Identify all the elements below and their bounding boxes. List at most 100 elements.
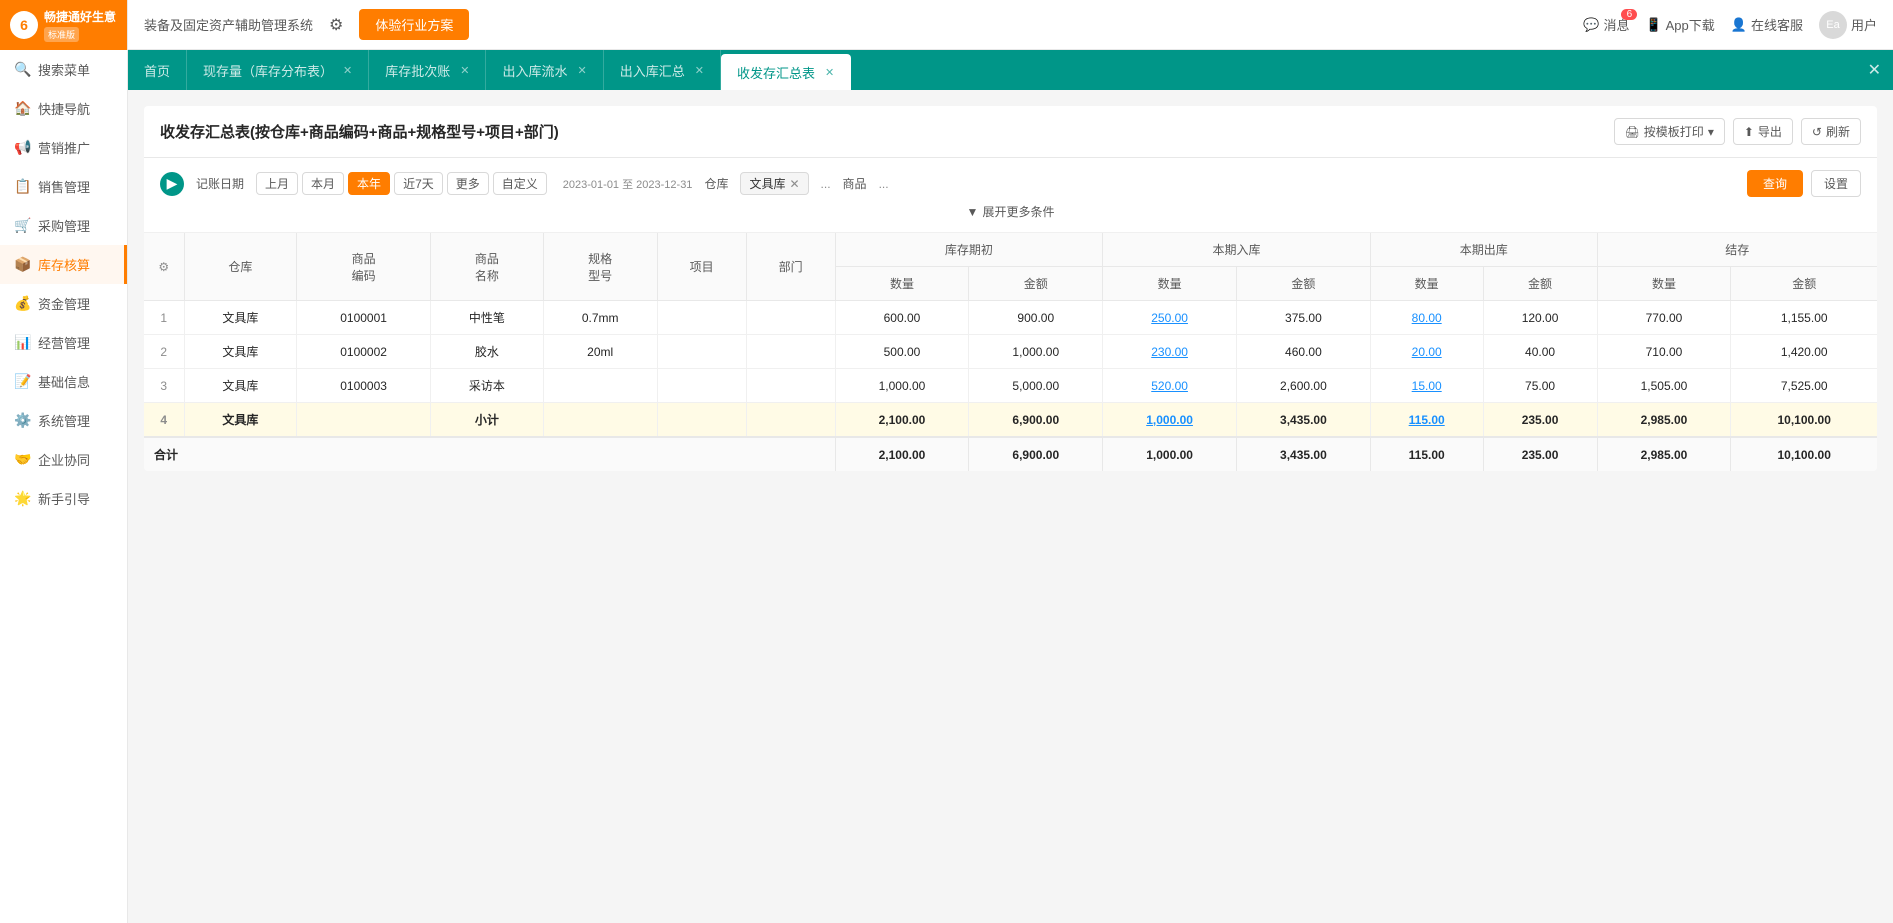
message-action[interactable]: 💬 消息 6 (1583, 15, 1629, 34)
sidebar-item-label-marketing: 营销推广 (38, 138, 90, 157)
cell-opening-qty: 600.00 (835, 301, 969, 335)
print-chevron-icon: ▾ (1708, 125, 1714, 139)
date-btn-custom[interactable]: 自定义 (493, 172, 547, 195)
expand-conditions-btn[interactable]: ▼ 展开更多条件 (160, 197, 1861, 220)
sidebar-item-purchase[interactable]: 🛒采购管理 (0, 206, 127, 245)
th-out-group: 本期出库 (1370, 233, 1597, 267)
date-btn-this-month[interactable]: 本月 (302, 172, 344, 195)
out-qty-link[interactable]: 15.00 (1412, 379, 1442, 393)
set-btn[interactable]: 设置 (1811, 170, 1861, 197)
cell-spec (543, 403, 657, 438)
purchase-icon: 🛒 (14, 217, 30, 234)
print-btn-label: 按模板打印 (1644, 123, 1704, 140)
cell-balance-qty: 1,505.00 (1597, 369, 1731, 403)
cell-out-amt: 235.00 (1483, 403, 1597, 438)
cell-out-qty[interactable]: 115.00 (1370, 403, 1483, 438)
cell-in-qty[interactable]: 1,000.00 (1103, 403, 1237, 438)
table-row: 1 文具库 0100001 中性笔 0.7mm 600.00 900.00 25… (144, 301, 1877, 335)
export-icon: ⬆ (1744, 125, 1754, 139)
sidebar-item-quick-nav[interactable]: 🏠快捷导航 (0, 89, 127, 128)
cell-in-qty[interactable]: 520.00 (1103, 369, 1237, 403)
cell-spec: 20ml (543, 335, 657, 369)
tab-recv-send-summary[interactable]: 收发存汇总表 ✕ (721, 54, 851, 90)
cell-opening-qty: 2,100.00 (835, 403, 969, 438)
goods-label: 商品 (843, 175, 867, 192)
export-btn[interactable]: ⬆ 导出 (1733, 118, 1793, 145)
cell-balance-qty: 770.00 (1597, 301, 1731, 335)
sidebar-item-system[interactable]: ⚙️系统管理 (0, 401, 127, 440)
th-balance-group: 结存 (1597, 233, 1877, 267)
cell-out-qty[interactable]: 80.00 (1370, 301, 1483, 335)
tab-stock-dist[interactable]: 现存量（库存分布表） ✕ (187, 50, 369, 90)
sidebar-item-label-inventory: 库存核算 (38, 255, 90, 274)
warehouse-tag-close[interactable]: ✕ (789, 177, 799, 191)
sidebar-item-inventory[interactable]: 📦库存核算 (0, 245, 127, 284)
warehouse-more[interactable]: ... (821, 177, 831, 191)
cell-project (657, 369, 746, 403)
cell-in-amt: 460.00 (1237, 335, 1371, 369)
gear-icon[interactable]: ⚙ (158, 260, 169, 274)
out-qty-link[interactable]: 20.00 (1412, 345, 1442, 359)
tab-batch-ledger[interactable]: 库存批次账 ✕ (369, 50, 486, 90)
tab-in-out-flow-close[interactable]: ✕ (578, 64, 587, 77)
date-btn-more[interactable]: 更多 (447, 172, 489, 195)
sidebar-item-guide[interactable]: 🌟新手引导 (0, 479, 127, 518)
tab-home[interactable]: 首页 (128, 50, 187, 90)
cell-seq: 3 (144, 369, 184, 403)
sidebar: 6 畅捷通好生意 标准版 🔍搜索菜单🏠快捷导航📢营销推广📋销售管理🛒采购管理📦库… (0, 0, 128, 923)
refresh-btn[interactable]: ↺ 刷新 (1801, 118, 1861, 145)
page-content: 收发存汇总表(按仓库+商品编码+商品+规格型号+项目+部门) 🖨 按模板打印 ▾… (128, 90, 1893, 923)
sidebar-item-sales[interactable]: 📋销售管理 (0, 167, 127, 206)
cell-out-qty[interactable]: 15.00 (1370, 369, 1483, 403)
filter-toggle[interactable]: ▶ (160, 172, 184, 196)
phone-icon: 📱 (1645, 17, 1661, 33)
date-btn-7days[interactable]: 近7天 (394, 172, 443, 195)
th-warehouse: 仓库 (184, 233, 297, 301)
sidebar-item-marketing[interactable]: 📢营销推广 (0, 128, 127, 167)
sidebar-item-basic[interactable]: 📝基础信息 (0, 362, 127, 401)
query-btn[interactable]: 查询 (1747, 170, 1803, 197)
out-qty-link[interactable]: 80.00 (1412, 311, 1442, 325)
date-btn-last-month[interactable]: 上月 (256, 172, 298, 195)
cell-project (657, 301, 746, 335)
tab-in-out-flow[interactable]: 出入库流水 ✕ (486, 50, 603, 90)
page-title: 收发存汇总表(按仓库+商品编码+商品+规格型号+项目+部门) (160, 121, 559, 142)
sales-icon: 📋 (14, 178, 30, 195)
app-download-label: App下载 (1666, 15, 1715, 34)
tab-batch-ledger-close[interactable]: ✕ (460, 64, 469, 77)
sidebar-item-label-basic: 基础信息 (38, 372, 90, 391)
avatar: Ea (1819, 11, 1847, 39)
cell-warehouse: 文具库 (184, 335, 297, 369)
cell-out-qty[interactable]: 20.00 (1370, 335, 1483, 369)
tab-in-out-summary-close[interactable]: ✕ (695, 64, 704, 77)
goods-more[interactable]: ... (879, 177, 889, 191)
settings-icon[interactable]: ⚙ (329, 15, 343, 35)
online-service-action[interactable]: 👤 在线客服 (1731, 15, 1803, 34)
sidebar-item-enterprise[interactable]: 🤝企业协同 (0, 440, 127, 479)
page-header: 收发存汇总表(按仓库+商品编码+商品+规格型号+项目+部门) 🖨 按模板打印 ▾… (144, 106, 1877, 158)
cell-in-qty[interactable]: 230.00 (1103, 335, 1237, 369)
sidebar-item-finance[interactable]: 💰资金管理 (0, 284, 127, 323)
try-btn[interactable]: 体验行业方案 (359, 9, 469, 40)
in-qty-link[interactable]: 520.00 (1151, 379, 1188, 393)
sidebar-item-label-search: 搜索菜单 (38, 60, 90, 79)
sidebar-item-search[interactable]: 🔍搜索菜单 (0, 50, 127, 89)
in-qty-link[interactable]: 250.00 (1151, 311, 1188, 325)
user-action[interactable]: Ea 用户 (1819, 11, 1877, 39)
tabs-close-all[interactable]: ✕ (1856, 60, 1893, 80)
tab-recv-send-close[interactable]: ✕ (825, 66, 834, 79)
totals-balance-amt: 10,100.00 (1731, 437, 1877, 471)
date-btn-this-year[interactable]: 本年 (348, 172, 390, 195)
tab-in-out-summary[interactable]: 出入库汇总 ✕ (604, 50, 721, 90)
th-out-qty: 数量 (1370, 267, 1483, 301)
totals-balance-qty: 2,985.00 (1597, 437, 1731, 471)
app-download-action[interactable]: 📱 App下载 (1645, 15, 1714, 34)
cell-in-qty[interactable]: 250.00 (1103, 301, 1237, 335)
th-balance-amt: 金额 (1731, 267, 1877, 301)
tab-stock-dist-close[interactable]: ✕ (343, 64, 352, 77)
in-qty-link[interactable]: 230.00 (1151, 345, 1188, 359)
date-shortcuts: 上月 本月 本年 近7天 更多 自定义 (256, 172, 547, 195)
print-btn[interactable]: 🖨 按模板打印 ▾ (1614, 118, 1725, 145)
operations-icon: 📊 (14, 334, 30, 351)
sidebar-item-operations[interactable]: 📊经营管理 (0, 323, 127, 362)
